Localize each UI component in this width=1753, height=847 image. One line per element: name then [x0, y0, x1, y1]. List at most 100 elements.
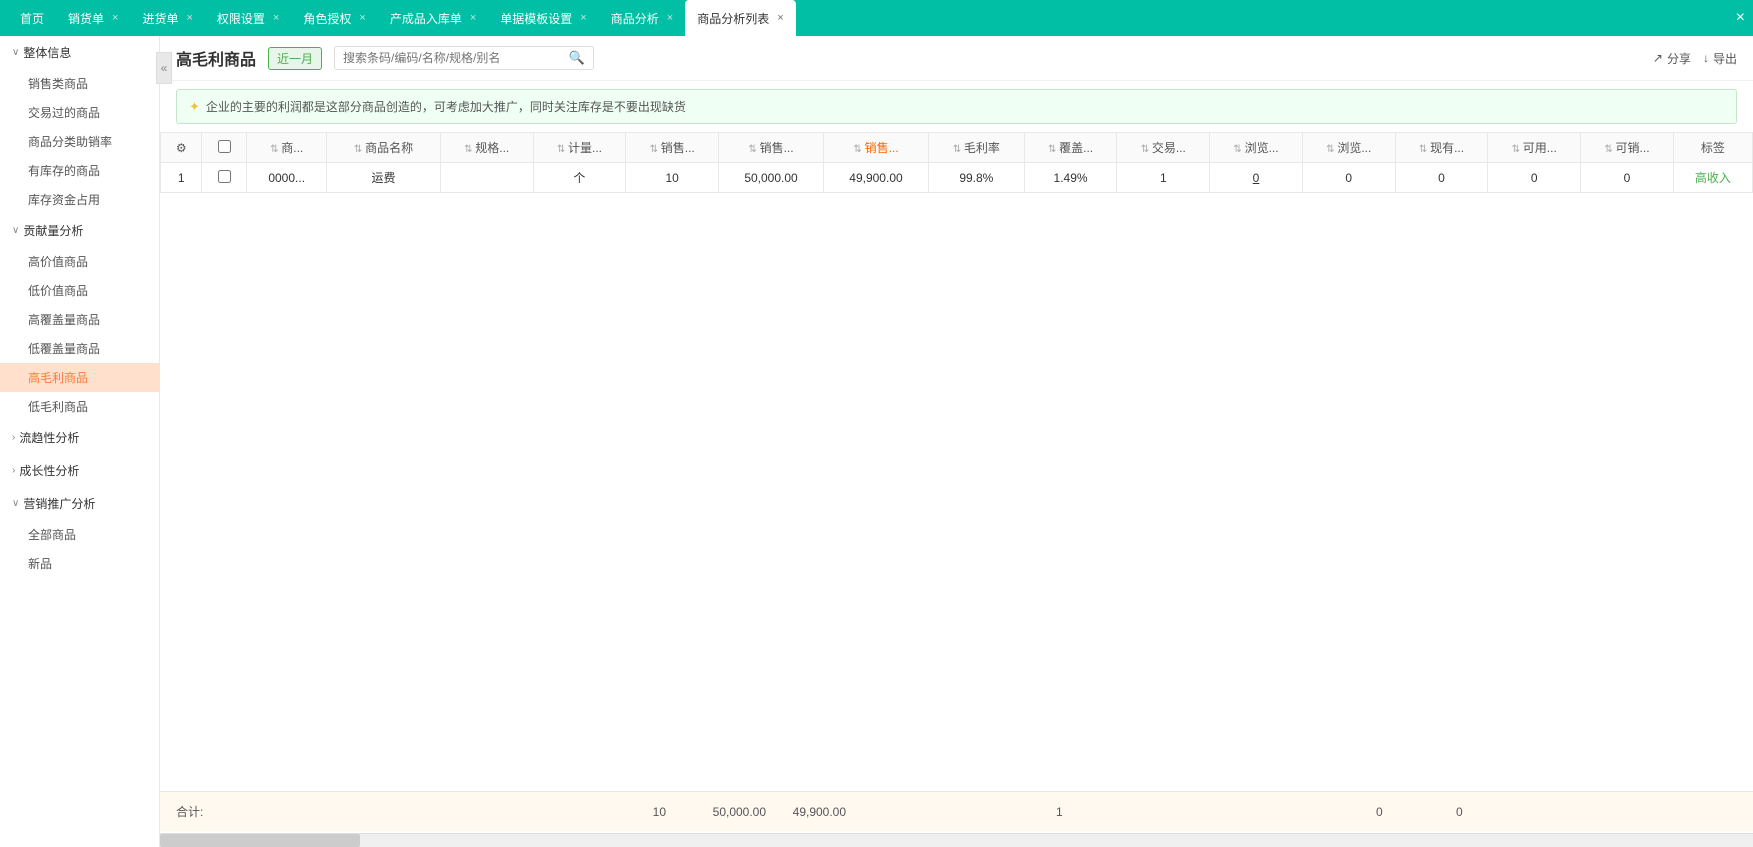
sidebar-item-high-value[interactable]: 高价值商品 [0, 247, 159, 276]
search-box: 🔍 [334, 46, 594, 70]
sidebar-item-low-value[interactable]: 低价值商品 [0, 276, 159, 305]
nav-purchase-order[interactable]: 进货单 × [130, 0, 204, 36]
col-sales-amount[interactable]: 销售... [719, 133, 824, 163]
sidebar-item-stock-capital[interactable]: 库存资金占用 [0, 185, 159, 214]
table-container: ⚙ 商... 商品名称 规格... 计量... 销售... 销售... 销售..… [160, 132, 1753, 807]
col-spec[interactable]: 规格... [440, 133, 533, 163]
cell-coverage: 1.49% [1024, 163, 1117, 193]
cell-unit: 个 [533, 163, 626, 193]
sidebar-section-overall[interactable]: ∨ 整体信息 [0, 36, 159, 69]
col-sales-profit[interactable]: 销售... [824, 133, 929, 163]
col-checkbox[interactable] [202, 133, 247, 163]
header-actions: ↗ 分享 ↓ 导出 [1653, 50, 1737, 67]
export-icon: ↓ [1703, 51, 1709, 65]
arrow-trend: › [12, 432, 15, 443]
info-text: 企业的主要的利润都是这部分商品创造的，可考虑加大推广，同时关注库存是不要出现缺货 [206, 98, 686, 115]
sidebar-item-stock-goods[interactable]: 有库存的商品 [0, 156, 159, 185]
col-browse2[interactable]: 浏览... [1302, 133, 1395, 163]
sidebar-section-contribution-label: 贡献量分析 [23, 222, 83, 239]
select-all-checkbox[interactable] [218, 140, 231, 153]
col-name[interactable]: 商品名称 [327, 133, 441, 163]
col-stock-available[interactable]: 可用... [1488, 133, 1581, 163]
sidebar-item-high-margin[interactable]: 高毛利商品 [0, 363, 159, 392]
cell-browse1[interactable]: 0 [1210, 163, 1303, 193]
scrollbar-thumb[interactable] [160, 834, 360, 847]
footer-sales-profit: 49,900.00 [779, 805, 859, 819]
sidebar-item-traded-goods[interactable]: 交易过的商品 [0, 98, 159, 127]
search-input[interactable] [343, 51, 569, 65]
search-icon[interactable]: 🔍 [569, 50, 585, 66]
footer-sales-amount: 50,000.00 [699, 805, 779, 819]
sidebar-item-low-margin[interactable]: 低毛利商品 [0, 392, 159, 421]
col-code[interactable]: 商... [247, 133, 327, 163]
cell-tag: 高收入 [1673, 163, 1752, 193]
col-browse1[interactable]: 浏览... [1210, 133, 1303, 163]
cell-checkbox[interactable] [202, 163, 247, 193]
main-layout: ∨ 整体信息 销售类商品 交易过的商品 商品分类助销率 有库存的商品 库存资金占… [0, 36, 1753, 847]
nav-product-analysis[interactable]: 商品分析 × [599, 0, 685, 36]
sidebar-section-growth[interactable]: › 成长性分析 [0, 454, 159, 487]
nav-template-settings-close[interactable]: × [580, 12, 586, 24]
nav-role-auth[interactable]: 角色授权 × [291, 0, 377, 36]
sidebar-item-sales-goods[interactable]: 销售类商品 [0, 69, 159, 98]
close-all-tabs[interactable]: × [1736, 9, 1745, 27]
nav-product-analysis-list[interactable]: 商品分析列表 × [685, 0, 795, 36]
cell-sales-profit: 49,900.00 [824, 163, 929, 193]
nav-product-warehousing-close[interactable]: × [470, 12, 476, 24]
period-button[interactable]: 近一月 [268, 47, 322, 70]
sidebar-section-marketing[interactable]: ∨ 营销推广分析 [0, 487, 159, 520]
cell-transactions: 1 [1117, 163, 1210, 193]
nav-role-auth-close[interactable]: × [359, 12, 365, 24]
nav-product-warehousing[interactable]: 产成品入库单 × [378, 0, 488, 36]
cell-gross-rate: 99.8% [928, 163, 1024, 193]
cell-stock-saleable: 0 [1581, 163, 1674, 193]
sidebar-section-contribution[interactable]: ∨ 贡献量分析 [0, 214, 159, 247]
share-icon: ↗ [1653, 51, 1663, 65]
col-tag: 标签 [1673, 133, 1752, 163]
table-body: 1 0000... 运费 个 10 50,000.00 49,900.00 99… [161, 163, 1753, 193]
nav-sales-order-close[interactable]: × [112, 12, 118, 24]
cell-browse2: 0 [1302, 163, 1395, 193]
sidebar-section-trend[interactable]: › 流趋性分析 [0, 421, 159, 454]
sidebar-section-overall-label: 整体信息 [23, 44, 71, 61]
share-button[interactable]: ↗ 分享 [1653, 50, 1691, 67]
collapse-icon: « [161, 61, 168, 75]
content-header: 高毛利商品 近一月 🔍 ↗ 分享 ↓ 导出 [160, 36, 1753, 81]
cell-sales-amount: 50,000.00 [719, 163, 824, 193]
nav-product-analysis-list-close[interactable]: × [777, 12, 783, 24]
col-stock-current[interactable]: 现有... [1395, 133, 1488, 163]
col-coverage[interactable]: 覆盖... [1024, 133, 1117, 163]
horizontal-scrollbar[interactable] [160, 833, 1753, 847]
nav-permission-settings-close[interactable]: × [273, 12, 279, 24]
nav-purchase-order-close[interactable]: × [186, 12, 192, 24]
table-header-row: ⚙ 商... 商品名称 规格... 计量... 销售... 销售... 销售..… [161, 133, 1753, 163]
col-stock-saleable[interactable]: 可销... [1581, 133, 1674, 163]
footer-total: 合计: 10 50,000.00 49,900.00 1 0 0 [160, 791, 1753, 831]
cell-seq: 1 [161, 163, 202, 193]
sidebar-item-category-assist[interactable]: 商品分类助销率 [0, 127, 159, 156]
cell-stock-available: 0 [1488, 163, 1581, 193]
col-settings[interactable]: ⚙ [161, 133, 202, 163]
nav-home[interactable]: 首页 [8, 0, 56, 36]
nav-sales-order[interactable]: 销货单 × [56, 0, 130, 36]
sidebar-collapse-btn[interactable]: « [156, 52, 172, 84]
footer-label: 合计: [176, 803, 203, 820]
footer-transactions: 1 [1019, 805, 1099, 819]
cell-name: 运费 [327, 163, 441, 193]
export-button[interactable]: ↓ 导出 [1703, 50, 1737, 67]
sidebar-item-new-goods[interactable]: 新品 [0, 549, 159, 578]
col-transactions[interactable]: 交易... [1117, 133, 1210, 163]
sidebar-item-all-goods[interactable]: 全部商品 [0, 520, 159, 549]
nav-permission-settings[interactable]: 权限设置 × [205, 0, 291, 36]
arrow-growth: › [12, 465, 15, 476]
sidebar-item-high-coverage[interactable]: 高覆盖量商品 [0, 305, 159, 334]
col-unit[interactable]: 计量... [533, 133, 626, 163]
sidebar-item-low-coverage[interactable]: 低覆盖量商品 [0, 334, 159, 363]
row-checkbox[interactable] [218, 170, 231, 183]
nav-product-analysis-close[interactable]: × [667, 12, 673, 24]
sidebar-section-trend-label: 流趋性分析 [19, 429, 79, 446]
col-sales-qty[interactable]: 销售... [626, 133, 719, 163]
nav-template-settings[interactable]: 单据模板设置 × [488, 0, 598, 36]
col-gross-rate[interactable]: 毛利率 [928, 133, 1024, 163]
arrow-contribution: ∨ [12, 225, 19, 236]
